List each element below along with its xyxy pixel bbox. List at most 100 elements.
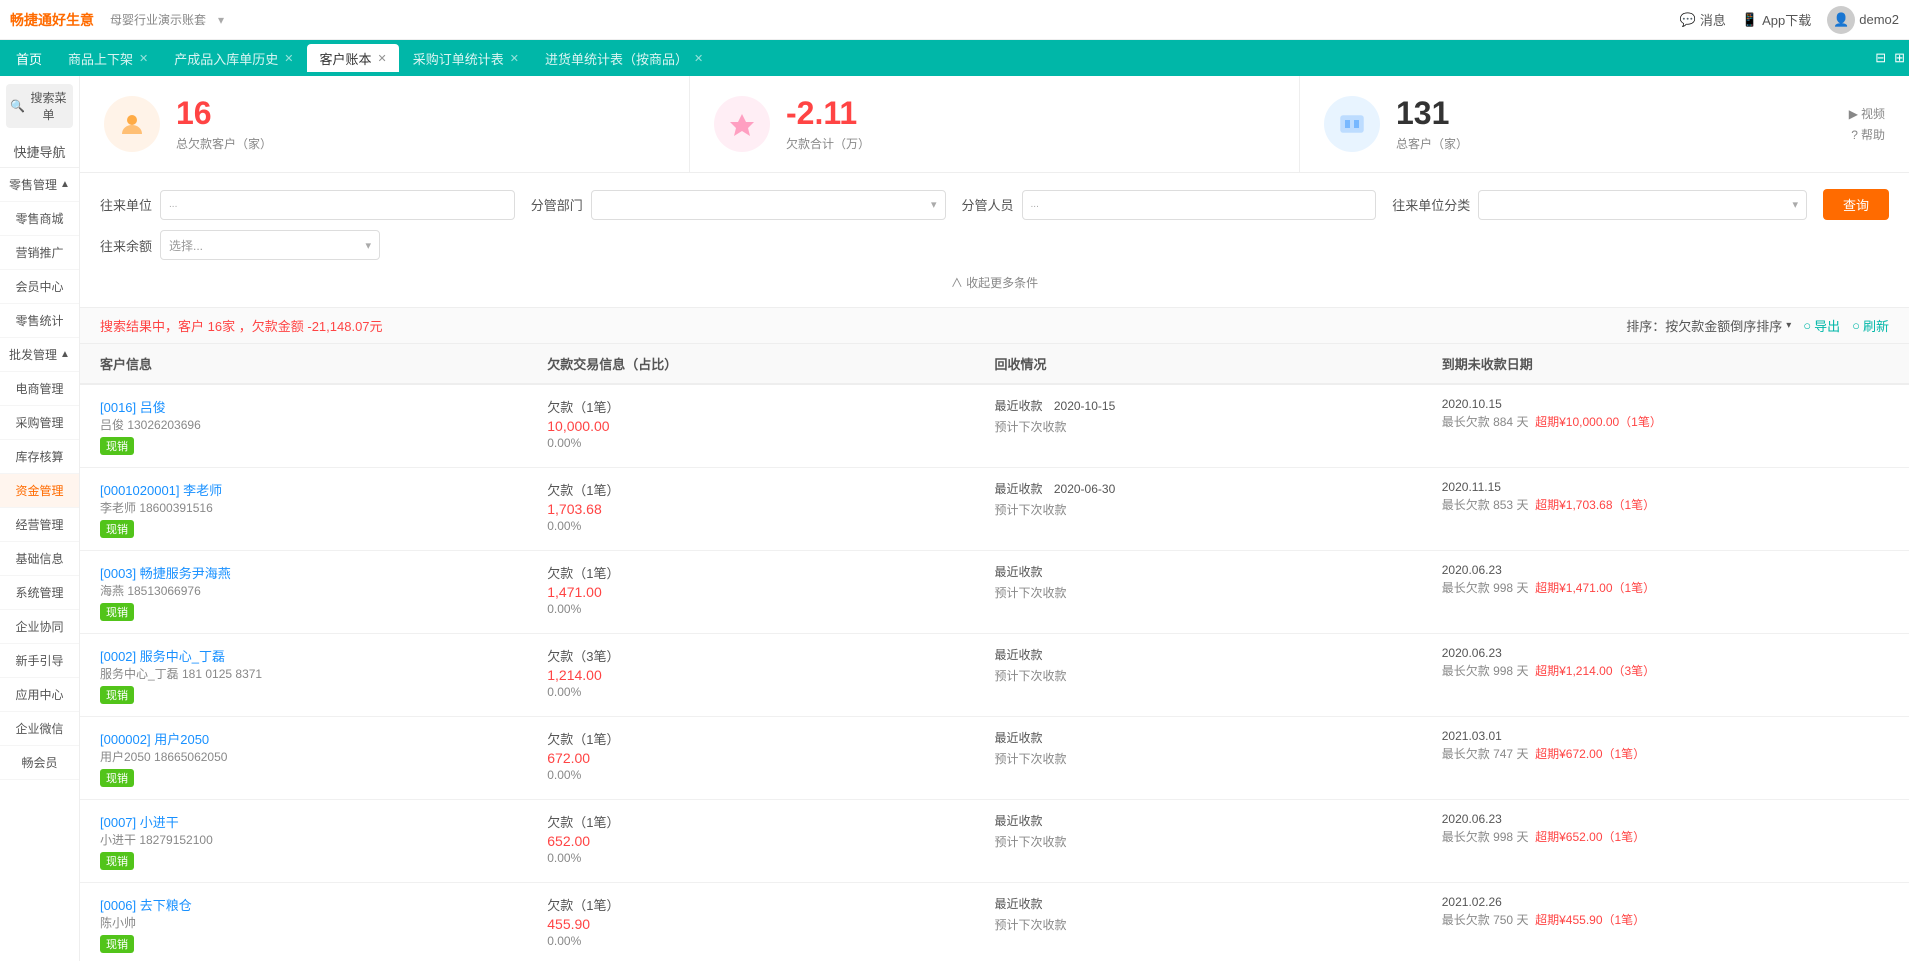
debt-amount: 1,703.68 <box>547 501 994 517</box>
app-download-label: App下载 <box>1762 10 1811 29</box>
stat-icon-debt-amount <box>714 96 770 152</box>
customer-name-link[interactable]: 去下粮仓 <box>140 898 192 913</box>
message-btn[interactable]: 💬 消息 <box>1680 10 1726 29</box>
debt-amount: 10,000.00 <box>547 418 994 434</box>
customer-name-link[interactable]: 小进干 <box>140 815 179 830</box>
video-icon: ▶ <box>1849 107 1858 121</box>
overdue-date-cell: 2020.06.23 最长欠款 998 天 超期¥1,214.00（3笔） <box>1442 646 1889 679</box>
sidebar-ops-mgmt-label: 经营管理 <box>15 516 63 533</box>
export-btn[interactable]: ○ 导出 <box>1803 316 1840 335</box>
sort-select[interactable]: 排序：按欠款金额倒序排序 ▾ <box>1626 316 1791 335</box>
overdue-link[interactable]: 超期¥455.90（1笔） <box>1535 913 1645 927</box>
app-download-btn[interactable]: 📱 App下载 <box>1742 10 1811 29</box>
sidebar-retail-store-label: 零售商城 <box>15 210 63 227</box>
overdue-date-cell: 2020.06.23 最长欠款 998 天 超期¥652.00（1笔） <box>1442 812 1889 845</box>
customer-name-link[interactable]: 用户2050 <box>154 732 209 747</box>
sidebar-item-new-guide[interactable]: 新手引导 <box>0 644 79 678</box>
tab-purchase-stats[interactable]: 进货单统计表（按商品） ✕ <box>533 44 715 72</box>
customer-name-link[interactable]: 畅捷服务尹海燕 <box>140 566 231 581</box>
sidebar-item-corp-wechat[interactable]: 企业微信 <box>0 712 79 746</box>
overdue-link[interactable]: 超期¥1,703.68（1笔） <box>1535 498 1655 512</box>
tab-purchase-order-close[interactable]: ✕ <box>510 52 519 65</box>
sidebar-item-corp-collab[interactable]: 企业协同 <box>0 610 79 644</box>
tab-minimize-btn[interactable]: ⊟ <box>1875 50 1886 66</box>
overdue-link[interactable]: 超期¥1,214.00（3笔） <box>1535 664 1655 678</box>
customer-tag: 现销 <box>100 686 134 704</box>
source-unit-input[interactable]: ... <box>160 190 515 220</box>
tab-purchase-order[interactable]: 采购订单统计表 ✕ <box>401 44 531 72</box>
tab-customer-account-close[interactable]: ✕ <box>378 52 387 65</box>
customer-name-link[interactable]: 李老师 <box>183 483 222 498</box>
sidebar-item-marketing[interactable]: 营销推广 <box>0 236 79 270</box>
sidebar-item-member-center[interactable]: 会员中心 <box>0 270 79 304</box>
main-layout: 🔍 搜索菜单 快捷导航 零售管理 ▲ 零售商城 营销推广 会员中心 零售统计 <box>0 76 1909 961</box>
query-button[interactable]: 查询 <box>1823 189 1889 220</box>
sidebar-corp-collab-label: 企业协同 <box>15 618 63 635</box>
filter-balance-label: 往来余额 <box>100 236 152 255</box>
sidebar-item-app-center[interactable]: 应用中心 <box>0 678 79 712</box>
customer-name-link[interactable]: 服务中心_丁磊 <box>140 649 225 664</box>
stat-card-total-customers: 131 总客户（家） ▶ 视频 ? 帮助 <box>1300 76 1909 172</box>
overdue-link[interactable]: 超期¥652.00（1笔） <box>1535 830 1645 844</box>
filter-balance: 往来余额 选择... ▾ <box>100 230 380 260</box>
sidebar-search-btn[interactable]: 🔍 搜索菜单 <box>6 84 73 128</box>
tab-purchase-stats-close[interactable]: ✕ <box>694 52 703 65</box>
collect-latest: 最近收款 <box>995 563 1442 580</box>
tab-product-history[interactable]: 产成品入库单历史 ✕ <box>162 44 305 72</box>
sidebar-item-inventory[interactable]: 库存核算 <box>0 440 79 474</box>
customer-phone: 海燕 18513066976 <box>100 582 547 599</box>
sidebar-item-base-info[interactable]: 基础信息 <box>0 542 79 576</box>
sidebar-item-batch-mgmt[interactable]: 批发管理 ▲ <box>0 338 79 372</box>
tab-home[interactable]: 首页 <box>4 44 54 72</box>
debt-info-cell: 欠款（1笔） 455.90 0.00% <box>547 895 994 948</box>
sidebar-item-retail-mgmt[interactable]: 零售管理 ▲ <box>0 168 79 202</box>
overdue-link[interactable]: 超期¥1,471.00（1笔） <box>1535 581 1655 595</box>
sidebar-item-capital-mgmt[interactable]: 资金管理 <box>0 474 79 508</box>
collect-status-cell: 最近收款 预计下次收款 <box>995 729 1442 767</box>
sidebar-item-ecom-mgmt[interactable]: 电商管理 <box>0 372 79 406</box>
customer-phone: 陈小帅 <box>100 914 547 931</box>
source-unit-dots: ... <box>169 199 177 210</box>
manager-input[interactable]: ... <box>1022 190 1377 220</box>
sidebar-item-vip-member[interactable]: 畅会员 <box>0 746 79 780</box>
overdue-date-cell: 2021.02.26 最长欠款 750 天 超期¥455.90（1笔） <box>1442 895 1889 928</box>
tab-customer-account[interactable]: 客户账本 ✕ <box>307 44 398 72</box>
debt-count: 欠款（3笔） <box>547 646 994 665</box>
refresh-btn[interactable]: ○ 刷新 <box>1852 316 1889 335</box>
table-row: [0002] 服务中心_丁磊 服务中心_丁磊 181 0125 8371 现销 … <box>80 634 1909 717</box>
sidebar-item-ops-mgmt[interactable]: 经营管理 <box>0 508 79 542</box>
dropdown-arrow[interactable]: ▾ <box>218 13 224 27</box>
user-btn[interactable]: 👤 demo2 <box>1827 6 1899 34</box>
video-link[interactable]: ▶ 视频 <box>1849 105 1885 122</box>
collapse-btn[interactable]: ∧ 收起更多条件 <box>100 270 1889 299</box>
sidebar-purchase-mgmt-label: 采购管理 <box>15 414 63 431</box>
customer-name-link[interactable]: 吕俊 <box>140 400 166 415</box>
sidebar-item-retail-store[interactable]: 零售商城 <box>0 202 79 236</box>
sidebar-item-sys-mgmt[interactable]: 系统管理 <box>0 576 79 610</box>
phone-icon: 📱 <box>1742 12 1758 28</box>
search-icon: 🔍 <box>10 99 25 113</box>
logo-text: 畅捷通好生意 <box>10 10 94 30</box>
stat-info-debt-amount: -2.11 欠款合计（万） <box>786 96 870 152</box>
sidebar-retail-stats-label: 零售统计 <box>15 312 63 329</box>
unit-category-select[interactable]: ▾ <box>1478 190 1807 220</box>
balance-select[interactable]: 选择... ▾ <box>160 230 380 260</box>
tab-goods-status-close[interactable]: ✕ <box>139 52 148 65</box>
sidebar-item-retail-stats[interactable]: 零售统计 <box>0 304 79 338</box>
overdue-link[interactable]: 超期¥672.00（1笔） <box>1535 747 1645 761</box>
sidebar-item-purchase-mgmt[interactable]: 采购管理 <box>0 406 79 440</box>
collect-latest: 最近收款 <box>995 895 1442 912</box>
overdue-date: 2021.03.01 <box>1442 729 1889 743</box>
department-select[interactable]: ▾ <box>591 190 946 220</box>
sidebar-quick-nav[interactable]: 快捷导航 <box>0 136 79 168</box>
overdue-link[interactable]: 超期¥10,000.00（1笔） <box>1535 415 1662 429</box>
debt-count: 欠款（1笔） <box>547 812 994 831</box>
tab-maximize-btn[interactable]: ⊞ <box>1894 50 1905 66</box>
help-link[interactable]: ? 帮助 <box>1851 126 1885 143</box>
result-bar: 搜索结果中，客户 16家 ，欠款金额 -21,148.07元 排序：按欠款金额倒… <box>80 308 1909 344</box>
tab-goods-status[interactable]: 商品上下架 ✕ <box>56 44 160 72</box>
sidebar-retail-mgmt-arrow: ▲ <box>60 179 70 190</box>
sidebar-marketing-label: 营销推广 <box>15 244 63 261</box>
tab-product-history-close[interactable]: ✕ <box>284 52 293 65</box>
sidebar-app-center-label: 应用中心 <box>15 686 63 703</box>
